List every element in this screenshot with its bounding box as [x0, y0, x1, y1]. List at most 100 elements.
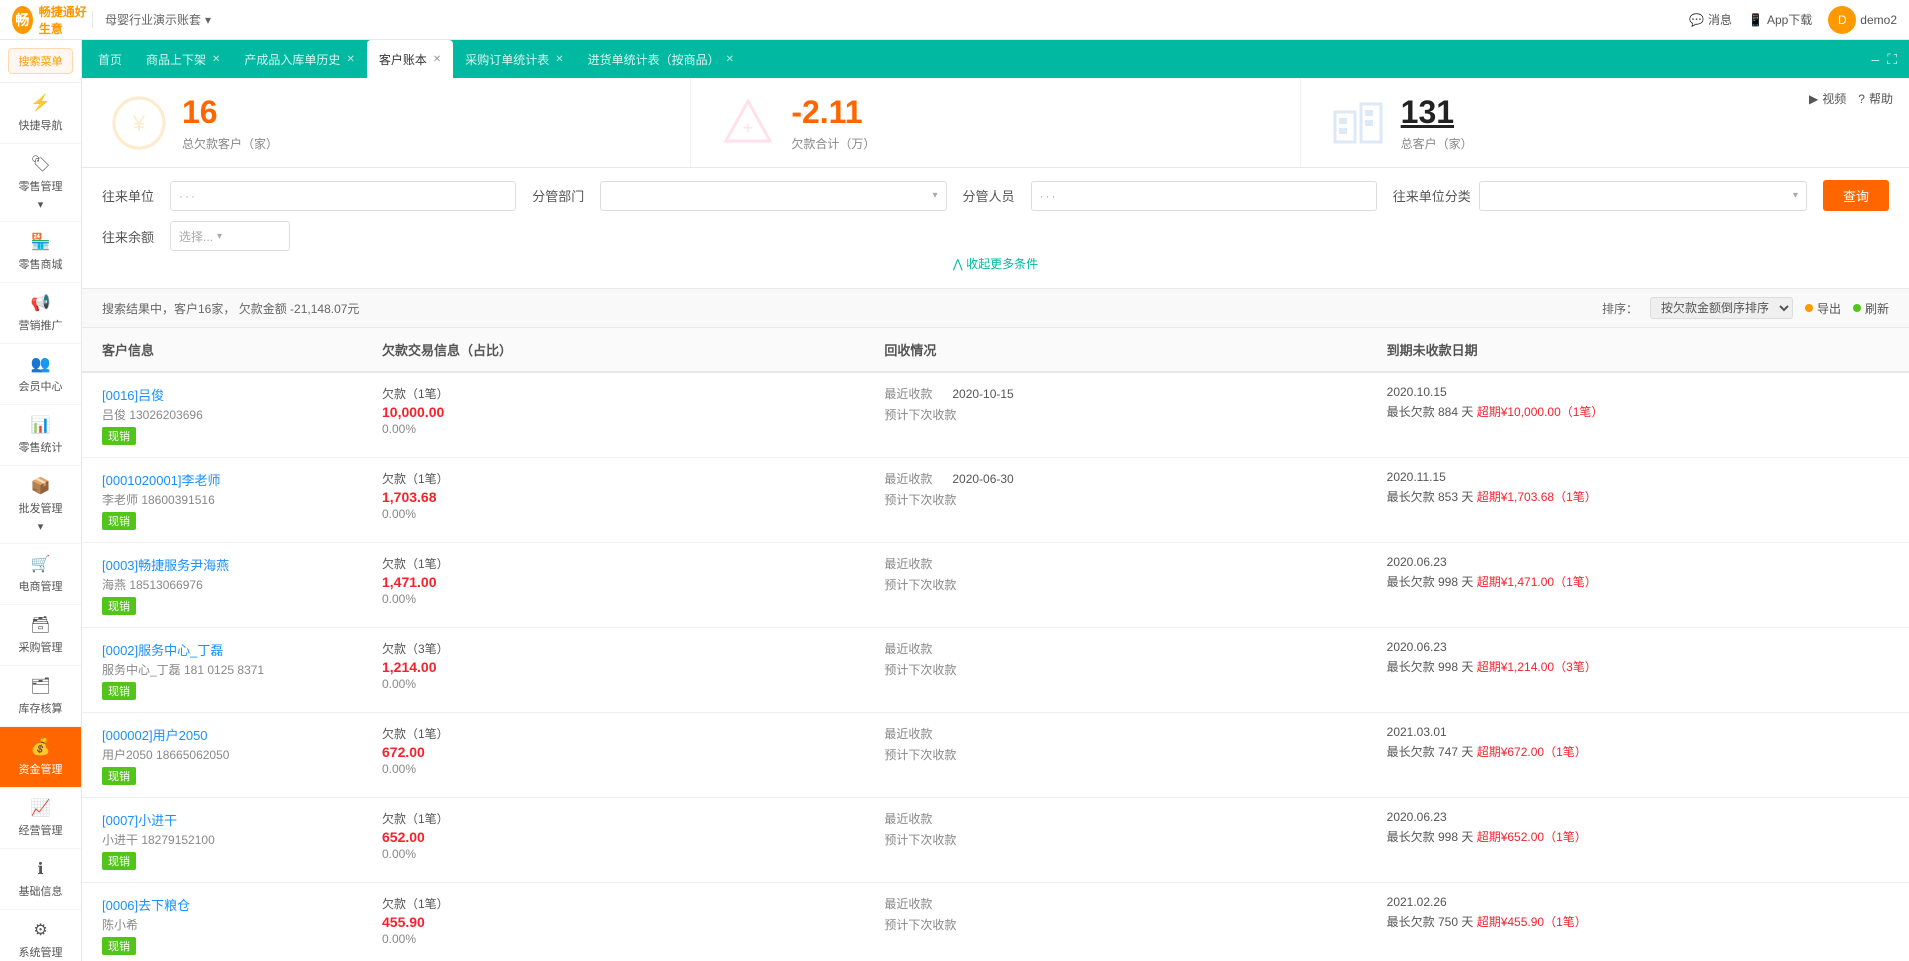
source-unit-input[interactable]: ···: [170, 181, 516, 211]
customer-name[interactable]: [0002]服务中心_丁磊: [102, 640, 382, 659]
tab-product-offshelf[interactable]: 商品上下架 ✕: [134, 40, 232, 78]
members-icon: 👥: [31, 354, 51, 374]
overdue-amount[interactable]: 超期¥1,471.00（1笔）: [1477, 575, 1597, 589]
overdue-amount[interactable]: 超期¥1,703.68（1笔）: [1477, 490, 1597, 504]
collapse-row[interactable]: ⋀ 收起更多条件: [102, 251, 1889, 276]
search-menu-btn[interactable]: 搜索菜单: [8, 48, 73, 74]
sidebar-item-retail-mgmt[interactable]: 🏷 零售管理 ▾: [0, 144, 81, 222]
brand-name: 畅捷通好生意: [39, 3, 92, 37]
stat-card-debt-total: + -2.11 欠款合计（万）: [691, 78, 1300, 167]
tab-collapse-btn[interactable]: –: [1871, 51, 1879, 67]
content-area: ¥ 16 总欠款客户（家） +: [82, 78, 1909, 961]
overdue-amount[interactable]: 超期¥652.00（1笔）: [1477, 830, 1587, 844]
tab-customer-account[interactable]: 客户账本 ✕: [367, 40, 453, 78]
customer-name[interactable]: [000002]用户2050: [102, 725, 382, 744]
customer-tag: 现销: [102, 937, 136, 955]
tab-expand-btn[interactable]: ⛶: [1887, 51, 1897, 68]
overdue-days: 最长欠款 998 天: [1387, 660, 1477, 674]
manager-input[interactable]: ···: [1031, 181, 1377, 211]
overdue-amount[interactable]: 超期¥10,000.00（1笔）: [1477, 405, 1604, 419]
debt-amount[interactable]: 1,703.68: [382, 489, 884, 505]
sidebar-item-marketing[interactable]: 📢 营销推广: [0, 283, 81, 344]
due-date: 2020.10.15: [1387, 385, 1889, 399]
unit-category-select[interactable]: ▾: [1479, 181, 1807, 211]
dept-select[interactable]: ▾: [600, 181, 946, 211]
debt-amount[interactable]: 1,471.00: [382, 574, 884, 590]
sidebar-item-retail-stats[interactable]: 📊 零售统计: [0, 405, 81, 466]
sidebar-item-operations[interactable]: 📈 经营管理: [0, 788, 81, 849]
debt-count: 欠款（1笔）: [382, 385, 884, 402]
latest-collection-label: 最近收款: [884, 385, 932, 402]
balance-select[interactable]: 选择... ▾: [170, 221, 290, 251]
sidebar-item-purchase-mgmt[interactable]: 🗃 采购管理: [0, 605, 81, 666]
sidebar-item-ecommerce[interactable]: 🛒 电商管理: [0, 544, 81, 605]
marketing-icon: 📢: [31, 293, 51, 313]
due-date: 2020.06.23: [1387, 640, 1889, 654]
customer-name[interactable]: [0001020001]李老师: [102, 470, 382, 489]
sidebar-item-retail-mall[interactable]: 🏪 零售商城: [0, 222, 81, 283]
sidebar-item-finance[interactable]: 💰 资金管理: [0, 727, 81, 788]
sidebar-item-members[interactable]: 👥 会员中心: [0, 344, 81, 405]
sidebar-item-basic-info[interactable]: ℹ 基础信息: [0, 849, 81, 910]
customer-name[interactable]: [0006]去下粮仓: [102, 895, 382, 914]
tab-purchase-order-stat[interactable]: 采购订单统计表 ✕: [453, 40, 575, 78]
sidebar-item-batch-mgmt[interactable]: 📦 批发管理 ▾: [0, 466, 81, 544]
overdue-amount[interactable]: 超期¥672.00（1笔）: [1477, 745, 1587, 759]
debt-amount[interactable]: 10,000.00: [382, 404, 884, 420]
tab-production-history[interactable]: 产成品入库单历史 ✕: [232, 40, 366, 78]
tab-purchase-order-stat-close[interactable]: ✕: [555, 54, 563, 65]
tab-home[interactable]: 首页: [86, 40, 134, 78]
customer-tag: 现销: [102, 767, 136, 785]
finance-icon: 💰: [31, 737, 51, 757]
debt-amount[interactable]: 1,214.00: [382, 659, 884, 675]
video-btn[interactable]: ▶ 视频: [1809, 90, 1846, 107]
stat-icon-total-customers: [1331, 96, 1385, 150]
svg-text:¥: ¥: [132, 111, 146, 136]
stat-card-total-customers: 131 总客户（家） ▶ 视频 ? 帮助: [1301, 78, 1909, 167]
overdue-amount[interactable]: 超期¥455.90（1笔）: [1477, 915, 1587, 929]
debt-info-cell: 欠款（1笔） 672.00 0.00%: [382, 725, 884, 776]
overdue-amount[interactable]: 超期¥1,214.00（3笔）: [1477, 660, 1597, 674]
tab-purchase-stat-by-product[interactable]: 进货单统计表（按商品） ✕: [576, 40, 746, 78]
video-label: 视频: [1822, 90, 1846, 107]
members-label: 会员中心: [19, 378, 63, 394]
stat-number-total-customers: 131: [1401, 94, 1473, 131]
batch-mgmt-label: 批发管理: [19, 500, 63, 516]
table-row: [000002]用户2050 用户2050 18665062050 现销 欠款（…: [82, 713, 1909, 798]
sidebar-item-inventory[interactable]: 🗂 库存核算: [0, 666, 81, 727]
debt-amount[interactable]: 455.90: [382, 914, 884, 930]
tenant-selector[interactable]: 母婴行业演示账套 ▾: [92, 11, 223, 28]
sidebar-item-system-mgmt[interactable]: ⚙ 系统管理: [0, 910, 81, 961]
debt-amount[interactable]: 652.00: [382, 829, 884, 845]
debt-amount[interactable]: 672.00: [382, 744, 884, 760]
sidebar-item-quick-nav[interactable]: ⚡ 快捷导航: [0, 83, 81, 144]
app-download-btn[interactable]: 📱 App下载: [1748, 11, 1812, 28]
refresh-btn[interactable]: 刷新: [1853, 300, 1889, 317]
customer-name[interactable]: [0003]畅捷服务尹海燕: [102, 555, 382, 574]
latest-collection-label: 最近收款: [884, 725, 932, 742]
table-header: 客户信息 欠款交易信息（占比） 回收情况 到期未收款日期: [82, 328, 1909, 373]
help-btn[interactable]: ? 帮助: [1858, 90, 1893, 107]
message-btn[interactable]: 💬 消息: [1689, 11, 1732, 28]
next-collection-label: 预计下次收款: [884, 746, 1386, 763]
source-unit-label: 往来单位: [102, 186, 162, 205]
tab-purchase-stat-by-product-close[interactable]: ✕: [726, 54, 734, 65]
next-collection-label: 预计下次收款: [884, 491, 1386, 508]
tab-customer-account-close[interactable]: ✕: [433, 54, 441, 65]
export-btn[interactable]: 导出: [1805, 300, 1841, 317]
help-icon: ?: [1858, 92, 1865, 106]
table-row: [0002]服务中心_丁磊 服务中心_丁磊 181 0125 8371 现销 欠…: [82, 628, 1909, 713]
tab-product-offshelf-close[interactable]: ✕: [212, 54, 220, 65]
debt-info-cell: 欠款（1笔） 10,000.00 0.00%: [382, 385, 884, 436]
result-bar: 搜索结果中，客户16家， 欠款金额 -21,148.07元 排序： 按欠款金额倒…: [82, 289, 1909, 328]
overdue-days: 最长欠款 750 天: [1387, 915, 1477, 929]
user-menu[interactable]: D demo2: [1828, 6, 1897, 34]
tab-production-history-close[interactable]: ✕: [346, 54, 354, 65]
retail-mall-icon: 🏪: [31, 232, 51, 252]
search-btn[interactable]: 查询: [1823, 180, 1889, 211]
sort-select[interactable]: 按欠款金额倒序排序: [1650, 297, 1793, 319]
filter-dept: 分管部门 ▾: [532, 181, 946, 211]
recovery-cell: 最近收款 2020-10-15 预计下次收款: [884, 385, 1386, 423]
customer-name[interactable]: [0007]小进干: [102, 810, 382, 829]
customer-name[interactable]: [0016]吕俊: [102, 385, 382, 404]
